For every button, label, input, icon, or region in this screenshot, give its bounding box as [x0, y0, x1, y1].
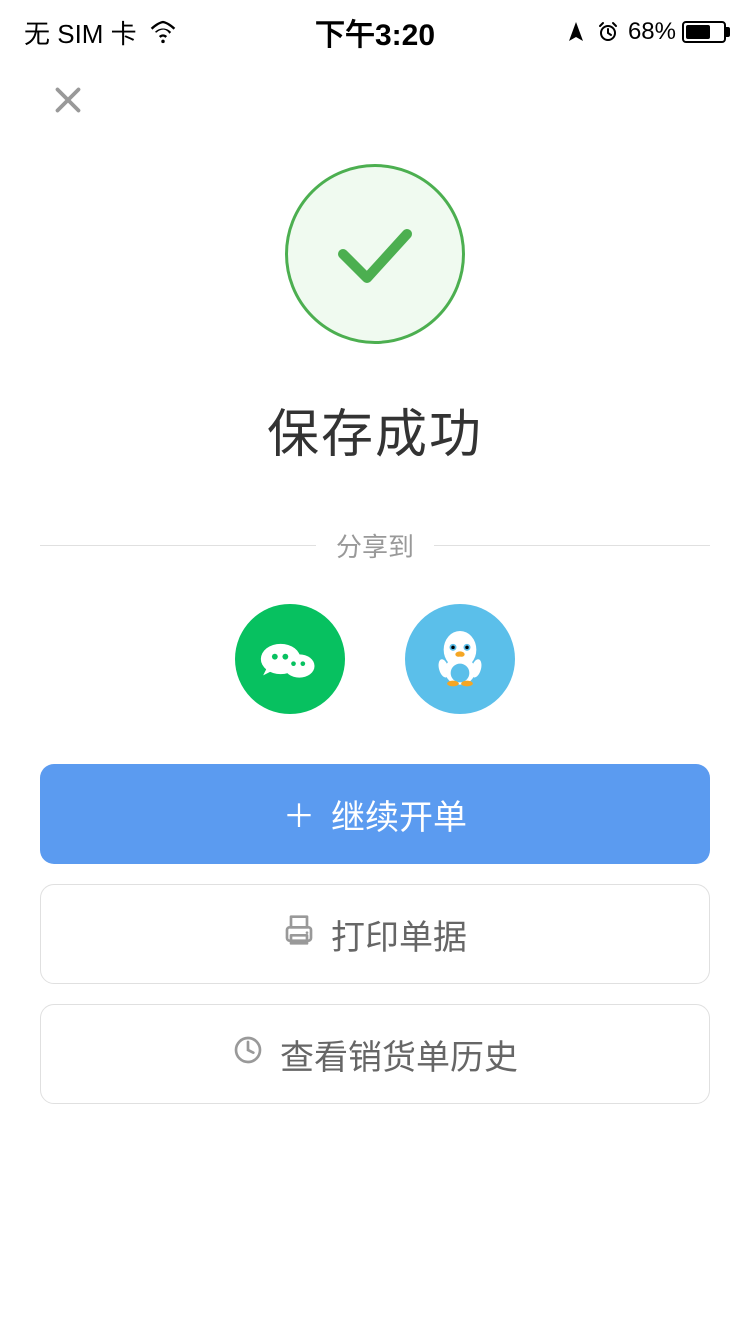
- wechat-icon: [255, 624, 325, 694]
- location-icon: [564, 20, 588, 44]
- alarm-icon: [596, 20, 620, 44]
- status-right: 68%: [564, 18, 726, 46]
- success-circle: [285, 164, 465, 344]
- continue-label: 继续开单: [331, 790, 467, 839]
- wechat-button[interactable]: [235, 604, 345, 714]
- share-section: 分享到: [0, 527, 750, 714]
- history-label: 查看销货单历史: [280, 1030, 518, 1079]
- action-buttons: ＋ 继续开单 打印单据 查看销货单历史: [0, 764, 750, 1104]
- print-label: 打印单据: [331, 910, 467, 959]
- checkmark-icon: [327, 206, 423, 302]
- divider-right: [434, 545, 710, 546]
- battery-icon: [682, 21, 726, 43]
- history-button[interactable]: 查看销货单历史: [40, 1004, 710, 1104]
- print-icon: [283, 914, 315, 954]
- qq-button[interactable]: [405, 604, 515, 714]
- carrier-text: 无 SIM 卡: [24, 14, 137, 51]
- continue-button[interactable]: ＋ 继续开单: [40, 764, 710, 864]
- plus-icon: ＋: [283, 791, 315, 837]
- success-title: 保存成功: [267, 392, 483, 467]
- status-left: 无 SIM 卡: [24, 14, 177, 51]
- main-content: 保存成功 分享到: [0, 64, 750, 1104]
- print-button[interactable]: 打印单据: [40, 884, 710, 984]
- close-button[interactable]: [40, 72, 96, 128]
- share-divider: 分享到: [40, 527, 710, 564]
- battery-container: 68%: [628, 18, 726, 46]
- divider-left: [40, 545, 316, 546]
- battery-text: 68%: [628, 18, 676, 46]
- wifi-icon: [149, 18, 177, 46]
- status-time: 下午3:20: [315, 10, 435, 54]
- battery-fill: [686, 25, 710, 39]
- status-bar: 无 SIM 卡 下午3:20 68%: [0, 0, 750, 64]
- share-icons: [40, 604, 710, 714]
- history-icon: [232, 1034, 264, 1074]
- qq-icon: [425, 624, 495, 694]
- share-label: 分享到: [336, 527, 414, 564]
